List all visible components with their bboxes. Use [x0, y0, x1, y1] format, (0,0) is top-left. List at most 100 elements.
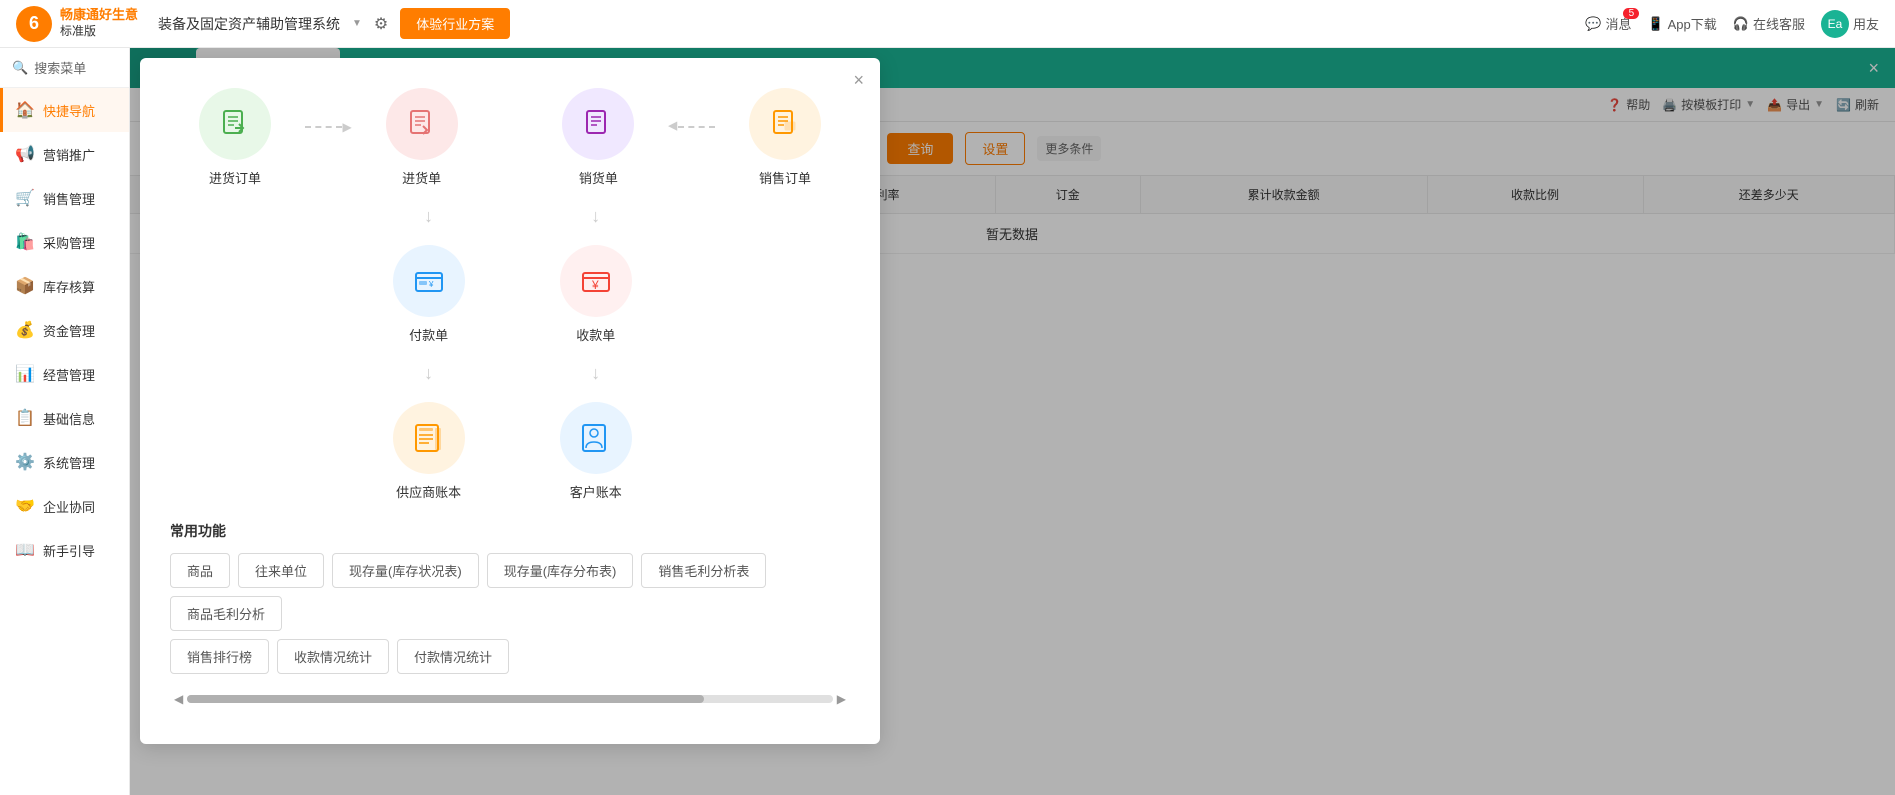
try-btn[interactable]: 体验行业方案	[400, 8, 510, 39]
v-spacer2-right	[659, 364, 850, 382]
func-btn-product[interactable]: 商品	[170, 553, 230, 588]
svg-text:¥: ¥	[591, 278, 599, 292]
inventory-label: 库存核算	[43, 277, 95, 296]
func-btn-sales-margin[interactable]: 销售毛利分析表	[641, 553, 766, 588]
purchase-order-icon	[199, 88, 271, 160]
sales-bill-label: 销货单	[579, 168, 618, 187]
sidebar-item-finance[interactable]: 💰 资金管理	[0, 308, 129, 352]
scroll-right-btn[interactable]: ▶	[833, 692, 850, 706]
func-btn-stock-dist[interactable]: 现存量(库存分布表)	[487, 553, 634, 588]
sidebar-item-collab[interactable]: 🤝 企业协同	[0, 484, 129, 528]
settings-icon[interactable]: ⚙	[374, 14, 388, 34]
flow-node-sales-bill[interactable]: 销货单	[533, 88, 663, 187]
logo-area: 6 畅康通好生意 标准版	[16, 6, 146, 42]
purchase-bill-icon	[386, 88, 458, 160]
app-download-label: App下载	[1668, 14, 1717, 33]
flow-node-supplier-ledger[interactable]: 供应商账本	[365, 402, 492, 501]
sidebar-item-quick-nav[interactable]: 🏠 快捷导航	[0, 88, 129, 132]
svg-text:¥: ¥	[428, 280, 434, 289]
flow-v-arrows-row2: ↓ ↓	[170, 364, 850, 382]
v-arrow-payment: ↓	[365, 364, 492, 382]
sidebar-item-marketing[interactable]: 📢 营销推广	[0, 132, 129, 176]
payment-label: 付款单	[409, 325, 448, 344]
app-download-btn[interactable]: 📱 App下载	[1647, 14, 1716, 33]
message-icon: 💬	[1585, 16, 1601, 32]
sidebar-item-purchase[interactable]: 🛍️ 采购管理	[0, 220, 129, 264]
func-btn-product-margin[interactable]: 商品毛利分析	[170, 596, 282, 631]
arrow-to-purchase-bill: ▶	[300, 120, 357, 156]
system-title-dropdown[interactable]: ▼	[352, 18, 362, 29]
purchase-order-label: 进货订单	[209, 168, 261, 187]
supplier-ledger-label: 供应商账本	[396, 482, 461, 501]
user-menu[interactable]: Ea 用友	[1821, 10, 1879, 38]
flow-node-receipt[interactable]: ¥ 收款单	[532, 245, 659, 344]
modal-scrollbar: ◀ ▶	[170, 684, 850, 714]
operations-icon: 📊	[15, 364, 35, 384]
v-arrow-purchase: ↓	[365, 207, 492, 225]
scroll-track[interactable]	[187, 695, 833, 703]
v-spacer	[492, 207, 532, 225]
sidebar-item-operations[interactable]: 📊 经营管理	[0, 352, 129, 396]
search-menu[interactable]: 🔍 搜索菜单	[0, 48, 129, 88]
sidebar-item-sales[interactable]: 🛒 销售管理	[0, 176, 129, 220]
top-bar-left: 6 畅康通好生意 标准版 装备及固定资产辅助管理系统 ▼ ⚙ 体验行业方案	[16, 6, 510, 42]
modal-close-btn[interactable]: ×	[853, 70, 864, 91]
guide-icon: 📖	[15, 540, 35, 560]
system-label: 系统管理	[43, 453, 95, 472]
logo-text: 畅康通好生意 标准版	[60, 7, 138, 39]
sidebar: 🔍 搜索菜单 🏠 快捷导航 📢 营销推广 🛒 销售管理 🛍️ 采购管理 📦	[0, 48, 130, 795]
func-btn-stock-status[interactable]: 现存量(库存状况表)	[332, 553, 479, 588]
func-btn-payment-stats[interactable]: 付款情况统计	[397, 639, 509, 674]
message-btn[interactable]: 💬 消息 5	[1585, 14, 1631, 33]
sidebar-item-system[interactable]: ⚙️ 系统管理	[0, 440, 129, 484]
func-buttons-row2: 销售排行榜 收款情况统计 付款情况统计	[170, 639, 850, 674]
payment-icon: ¥	[393, 245, 465, 317]
service-icon: 🎧	[1733, 16, 1749, 32]
common-funcs-title: 常用功能	[170, 521, 850, 541]
marketing-label: 营销推广	[43, 145, 95, 164]
sales-icon: 🛒	[15, 188, 35, 208]
online-service-label: 在线客服	[1753, 14, 1805, 33]
sales-order-icon	[749, 88, 821, 160]
avatar: Ea	[1821, 10, 1849, 38]
content-area: 首页 销售订单执行表 × × ❓ 帮助 🖨️ 按模板打印 ▼	[130, 48, 1895, 795]
user-name: 用友	[1853, 14, 1879, 33]
quick-nav-label: 快捷导航	[43, 101, 95, 120]
func-buttons: 商品 往来单位 现存量(库存状况表) 现存量(库存分布表) 销售毛利分析表 商品…	[170, 553, 850, 631]
sidebar-item-guide[interactable]: 📖 新手引导	[0, 528, 129, 572]
customer-ledger-icon	[560, 402, 632, 474]
scroll-left-btn[interactable]: ◀	[170, 692, 187, 706]
finance-icon: 💰	[15, 320, 35, 340]
flow-node-purchase-bill[interactable]: 进货单	[357, 88, 487, 187]
flow-node-payment[interactable]: ¥ 付款单	[365, 245, 492, 344]
search-icon: 🔍	[12, 60, 28, 76]
flow-diagram: 进货订单 ▶	[170, 88, 850, 501]
system-title: 装备及固定资产辅助管理系统	[158, 14, 340, 34]
logo-main: 畅康通好生意	[60, 7, 138, 24]
func-btn-sales-rank[interactable]: 销售排行榜	[170, 639, 269, 674]
flow-node-purchase-order[interactable]: 进货订单	[170, 88, 300, 187]
online-service-btn[interactable]: 🎧 在线客服	[1733, 14, 1805, 33]
v-arrow-sales: ↓	[532, 207, 659, 225]
download-icon: 📱	[1647, 16, 1663, 32]
main-area: 🔍 搜索菜单 🏠 快捷导航 📢 营销推广 🛒 销售管理 🛍️ 采购管理 📦	[0, 48, 1895, 795]
flow-node-customer-ledger[interactable]: 客户账本	[532, 402, 659, 501]
v-arrow-receipt: ↓	[532, 364, 659, 382]
collab-icon: 🤝	[15, 496, 35, 516]
sidebar-item-inventory[interactable]: 📦 库存核算	[0, 264, 129, 308]
receipt-icon: ¥	[560, 245, 632, 317]
func-btn-partner[interactable]: 往来单位	[238, 553, 324, 588]
operations-label: 经营管理	[43, 365, 95, 384]
flow-v-arrows-row: ↓ ↓	[170, 207, 850, 225]
purchase-label: 采购管理	[43, 233, 95, 252]
collab-label: 企业协同	[43, 497, 95, 516]
flow-node-sales-order[interactable]: 销售订单	[720, 88, 850, 187]
top-bar-right: 💬 消息 5 📱 App下载 🎧 在线客服 Ea 用友	[1585, 10, 1879, 38]
arrow-from-sales-order: ▶	[663, 120, 720, 156]
top-bar: 6 畅康通好生意 标准版 装备及固定资产辅助管理系统 ▼ ⚙ 体验行业方案 💬 …	[0, 0, 1895, 48]
sidebar-item-basic-info[interactable]: 📋 基础信息	[0, 396, 129, 440]
basic-info-label: 基础信息	[43, 409, 95, 428]
func-btn-receipt-stats[interactable]: 收款情况统计	[277, 639, 389, 674]
sales-label: 销售管理	[43, 189, 95, 208]
message-badge: 5	[1623, 8, 1639, 19]
